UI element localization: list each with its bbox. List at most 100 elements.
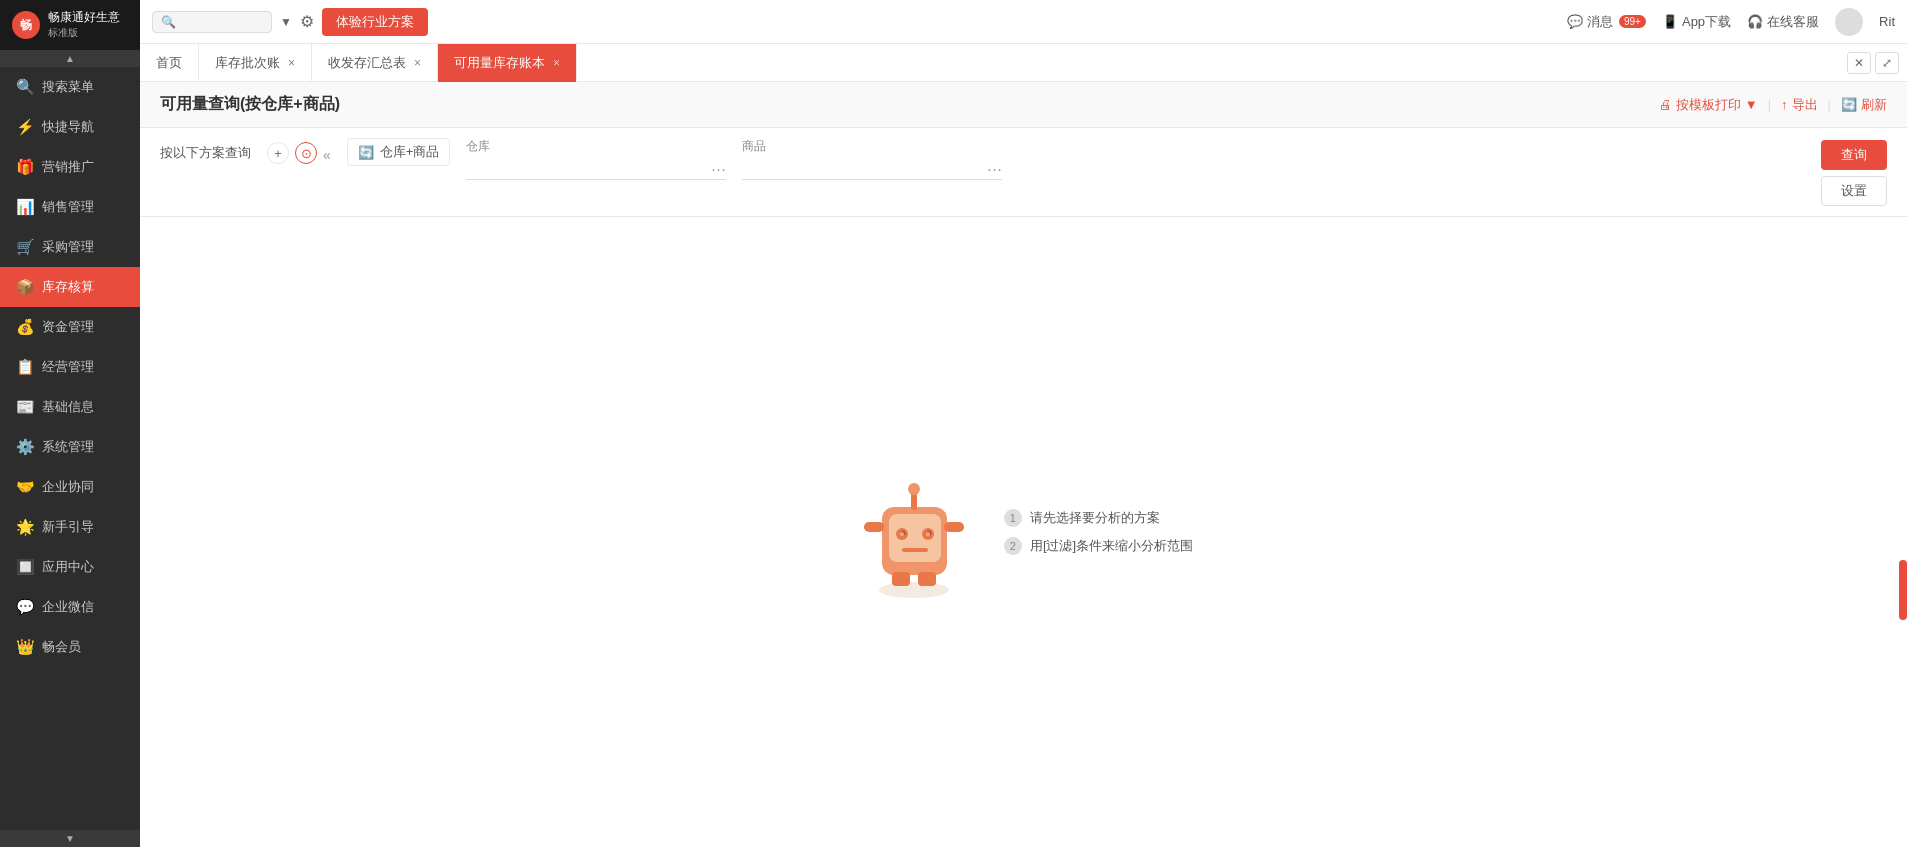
robot-svg [854, 472, 974, 602]
filter-settings-button[interactable]: 设置 [1821, 176, 1887, 206]
topbar-dropdown-arrow[interactable]: ▼ [280, 15, 292, 29]
sidebar-item-finance[interactable]: 💰 资金管理 [0, 307, 140, 347]
sidebar-scroll-down[interactable]: ▼ [0, 830, 140, 847]
tab-batch-ledger-close[interactable]: × [288, 56, 295, 70]
tab-batch-ledger[interactable]: 库存批次账 × [199, 44, 312, 82]
export-button[interactable]: ↑ 导出 [1781, 96, 1818, 114]
settings-scheme-button[interactable]: ⊙ [295, 142, 317, 164]
tip-text-2: 用[过滤]条件来缩小分析范围 [1030, 537, 1193, 555]
sidebar-item-purchase[interactable]: 🛒 采购管理 [0, 227, 140, 267]
sidebar-item-enterprise[interactable]: 🤝 企业协同 [0, 467, 140, 507]
printer-icon: 🖨 [1659, 97, 1672, 112]
svg-point-9 [908, 483, 920, 495]
scheme-item-warehouse-product[interactable]: 🔄 仓库+商品 [347, 138, 451, 166]
collapse-filter-button[interactable]: « [323, 143, 331, 163]
product-more-button[interactable]: … [986, 157, 1002, 175]
topbar-actions: 💬 消息 99+ 📱 App下载 🎧 在线客服 Rit [1567, 8, 1895, 36]
sidebar-item-label: 销售管理 [42, 198, 94, 216]
search-icon: 🔍 [161, 15, 176, 29]
sidebar-item-quick-nav[interactable]: ⚡ 快捷导航 [0, 107, 140, 147]
sidebar-item-operations[interactable]: 📋 经营管理 [0, 347, 140, 387]
lightning-icon: ⚡ [16, 118, 34, 136]
sidebar-item-marketing[interactable]: 🎁 营销推广 [0, 147, 140, 187]
query-button[interactable]: 查询 [1821, 140, 1887, 170]
svg-rect-11 [918, 572, 936, 586]
sidebar-item-label: 企业协同 [42, 478, 94, 496]
newspaper-icon: 📰 [16, 398, 34, 416]
filter-scheme-controls: + ⊙ « [267, 138, 331, 164]
user-avatar[interactable] [1835, 8, 1863, 36]
product-input[interactable] [742, 159, 982, 174]
topbar-search-input[interactable] [180, 15, 260, 29]
tab-available-qty-label: 可用量库存账本 [454, 54, 545, 72]
topbar-settings-icon[interactable]: ⚙ [300, 12, 314, 31]
page-title: 可用量查询(按仓库+商品) [160, 94, 340, 115]
tab-receipt-summary-label: 收发存汇总表 [328, 54, 406, 72]
empty-illustration [854, 472, 974, 592]
export-icon: ↑ [1781, 97, 1788, 112]
sidebar-item-member[interactable]: 👑 畅会员 [0, 627, 140, 667]
sidebar-item-label: 搜索菜单 [42, 78, 94, 96]
sidebar-item-label: 资金管理 [42, 318, 94, 336]
scheme-item-label: 仓库+商品 [380, 143, 440, 161]
sidebar-item-search[interactable]: 🔍 搜索菜单 [0, 67, 140, 107]
sidebar-item-label: 畅会员 [42, 638, 81, 656]
add-scheme-button[interactable]: + [267, 142, 289, 164]
scheme-icon: 🔄 [358, 145, 374, 160]
tip-text-1: 请先选择要分析的方案 [1030, 509, 1160, 527]
sidebar-item-sales[interactable]: 📊 销售管理 [0, 187, 140, 227]
tab-batch-ledger-label: 库存批次账 [215, 54, 280, 72]
sidebar-scroll-up[interactable]: ▲ [0, 50, 140, 67]
tab-available-qty[interactable]: 可用量库存账本 × [438, 44, 577, 82]
chart-icon: 📊 [16, 198, 34, 216]
sidebar-item-basic-info[interactable]: 📰 基础信息 [0, 387, 140, 427]
warehouse-field-label: 仓库 [466, 138, 726, 155]
warehouse-input[interactable] [466, 159, 706, 174]
messages-action[interactable]: 💬 消息 99+ [1567, 13, 1646, 31]
svg-point-14 [900, 532, 904, 536]
svg-rect-12 [864, 522, 884, 532]
tab-close-all-button[interactable]: ✕ [1847, 52, 1871, 74]
empty-tip-2: 2 用[过滤]条件来缩小分析范围 [1004, 537, 1193, 555]
messages-label: 消息 [1587, 13, 1613, 31]
page-header: 可用量查询(按仓库+商品) 🖨 按模板打印 ▼ | ↑ 导出 | 🔄 刷新 [140, 82, 1907, 128]
svg-rect-10 [892, 572, 910, 586]
online-service-label: 在线客服 [1767, 13, 1819, 31]
tab-available-qty-close[interactable]: × [553, 56, 560, 70]
app-download-action[interactable]: 📱 App下载 [1662, 13, 1731, 31]
wechat-icon: 💬 [16, 598, 34, 616]
tab-home[interactable]: 首页 [140, 44, 199, 82]
product-field-label: 商品 [742, 138, 1002, 155]
grid-icon: 🔲 [16, 558, 34, 576]
sidebar-item-app-center[interactable]: 🔲 应用中心 [0, 547, 140, 587]
refresh-button[interactable]: 🔄 刷新 [1841, 96, 1887, 114]
main-content: 🔍 ▼ ⚙ 体验行业方案 💬 消息 99+ 📱 App下载 🎧 在线客服 Rit [140, 0, 1907, 847]
svg-rect-13 [944, 522, 964, 532]
product-filter-field: 商品 … [742, 138, 1002, 180]
warehouse-field-input-wrap: … [466, 157, 726, 180]
sidebar: 畅 畅康通好生意 标准版 ▲ 🔍 搜索菜单 ⚡ 快捷导航 🎁 营销推广 📊 销售… [0, 0, 140, 847]
app-download-label: App下载 [1682, 13, 1731, 31]
print-template-button[interactable]: 🖨 按模板打印 ▼ [1659, 96, 1758, 114]
sidebar-item-system[interactable]: ⚙️ 系统管理 [0, 427, 140, 467]
tab-receipt-summary[interactable]: 收发存汇总表 × [312, 44, 438, 82]
right-scrollbar[interactable] [1899, 560, 1907, 620]
filter-label: 按以下方案查询 [160, 138, 251, 162]
filter-area: 按以下方案查询 + ⊙ « 🔄 仓库+商品 仓库 … 商品 … [140, 128, 1907, 217]
tab-resize-button[interactable]: ⤢ [1875, 52, 1899, 74]
warehouse-more-button[interactable]: … [710, 157, 726, 175]
sidebar-header: 畅 畅康通好生意 标准版 [0, 0, 140, 50]
app-name: 畅康通好生意 [48, 10, 120, 26]
clipboard-icon: 📋 [16, 358, 34, 376]
sidebar-item-label: 企业微信 [42, 598, 94, 616]
online-service-action[interactable]: 🎧 在线客服 [1747, 13, 1819, 31]
sidebar-item-new-guide[interactable]: 🌟 新手引导 [0, 507, 140, 547]
gift-icon: 🎁 [16, 158, 34, 176]
topbar-search-box[interactable]: 🔍 [152, 11, 272, 33]
sidebar-item-enterprise-wechat[interactable]: 💬 企业微信 [0, 587, 140, 627]
sidebar-item-inventory[interactable]: 📦 库存核算 [0, 267, 140, 307]
app-edition: 标准版 [48, 26, 120, 40]
sidebar-item-label: 基础信息 [42, 398, 94, 416]
tab-receipt-summary-close[interactable]: × [414, 56, 421, 70]
industry-solution-button[interactable]: 体验行业方案 [322, 8, 428, 36]
